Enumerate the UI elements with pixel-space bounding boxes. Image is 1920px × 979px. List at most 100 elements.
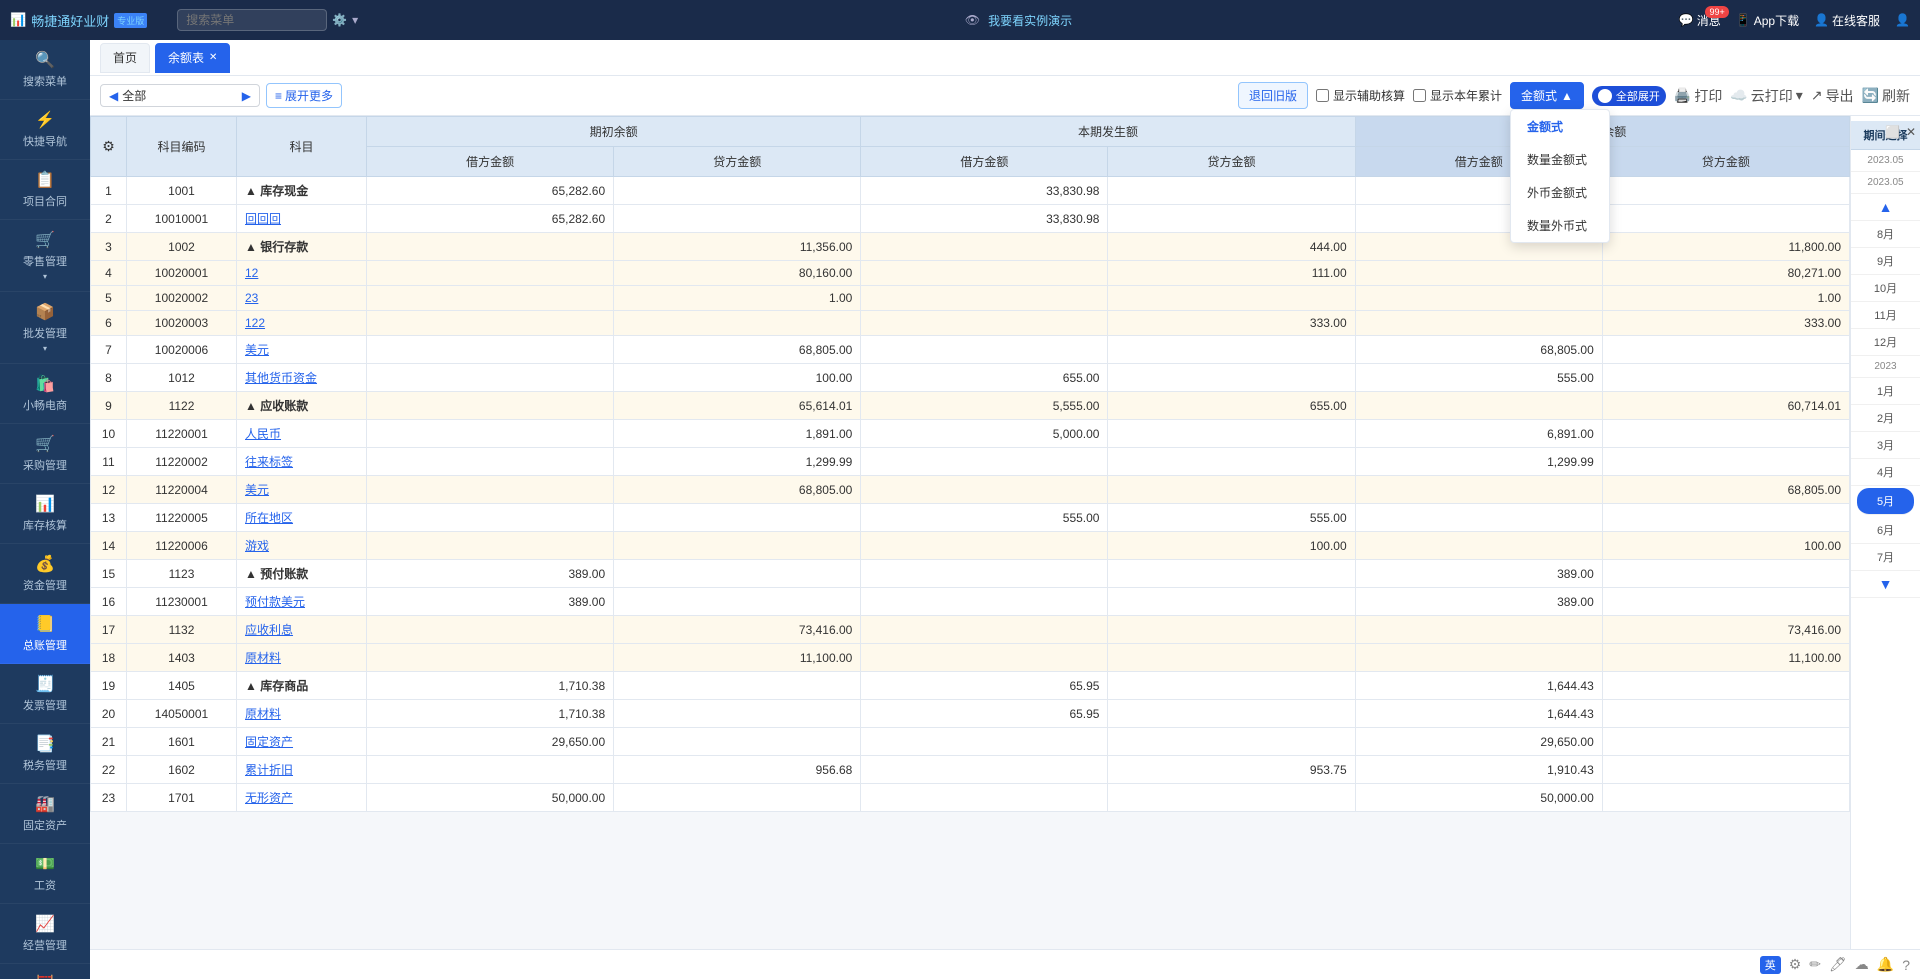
bottom-bell-icon[interactable]: 🔔: [1877, 956, 1894, 973]
sidebar-item-xiao-report[interactable]: 🧮 小畅报销: [0, 964, 90, 979]
row-name[interactable]: 往来标签: [237, 448, 367, 476]
auxiliary-checkbox-input[interactable]: [1316, 89, 1329, 102]
row-name[interactable]: 所在地区: [237, 504, 367, 532]
show-ytd-checkbox[interactable]: 显示本年累计: [1413, 87, 1502, 104]
show-auxiliary-checkbox[interactable]: 显示辅助核算: [1316, 87, 1405, 104]
sidebar-item-purchase[interactable]: 🛒 采购管理: [0, 424, 90, 484]
show-auxiliary-label: 显示辅助核算: [1333, 87, 1405, 104]
sidebar-item-search[interactable]: 🔍 搜索菜单: [0, 40, 90, 100]
month-1[interactable]: 1月: [1851, 378, 1920, 405]
tab-close-icon[interactable]: ✕: [209, 52, 217, 63]
bottom-cloud-icon[interactable]: ☁: [1855, 956, 1869, 973]
row-name[interactable]: 美元: [237, 476, 367, 504]
bottom-edit-icon[interactable]: ✏: [1809, 956, 1821, 973]
message-btn[interactable]: 💬 消息 99+: [1679, 12, 1721, 29]
expand-all-toggle[interactable]: 全部展开: [1592, 86, 1666, 106]
back-old-version-button[interactable]: 退回旧版: [1238, 82, 1308, 109]
col-header-ob-debit: 借方金额: [367, 147, 614, 177]
sidebar-item-ecommerce[interactable]: 🛍️ 小畅电商: [0, 364, 90, 424]
bottom-lang-icon[interactable]: 英: [1760, 956, 1781, 974]
row-name[interactable]: ▲ 银行存款: [237, 233, 367, 261]
row-name[interactable]: 23: [237, 286, 367, 311]
account-search-box[interactable]: ◀ 全部 ▶: [100, 84, 260, 107]
month-11[interactable]: 11月: [1851, 302, 1920, 329]
row-name[interactable]: 游戏: [237, 532, 367, 560]
row-name[interactable]: 固定资产: [237, 728, 367, 756]
row-name[interactable]: 美元: [237, 336, 367, 364]
month-6[interactable]: 6月: [1851, 517, 1920, 544]
print-icon: 🖨️: [1674, 87, 1691, 104]
print-button[interactable]: 🖨️ 打印: [1674, 86, 1722, 106]
row-name[interactable]: ▲ 预付账款: [237, 560, 367, 588]
row-name[interactable]: ▲ 库存商品: [237, 672, 367, 700]
chevron-right-icon[interactable]: ▶: [242, 89, 251, 103]
sidebar-item-salary[interactable]: 💵 工资: [0, 844, 90, 904]
row-name[interactable]: 预付款美元: [237, 588, 367, 616]
format-dropdown[interactable]: 金额式 ▲ 金额式 数量金额式 外币金额式 数量外币式: [1510, 82, 1584, 109]
sidebar-item-invoice[interactable]: 🧾 发票管理: [0, 664, 90, 724]
sidebar-item-inventory[interactable]: 📊 库存核算: [0, 484, 90, 544]
month-5[interactable]: 5月: [1857, 488, 1914, 515]
row-name[interactable]: 累计折旧: [237, 756, 367, 784]
demo-link[interactable]: 我要看实例演示: [988, 12, 1072, 29]
sidebar-item-tax[interactable]: 📑 税务管理: [0, 724, 90, 784]
sidebar-item-ledger[interactable]: 📒 总账管理: [0, 604, 90, 664]
row-name[interactable]: 12: [237, 261, 367, 286]
tab-home[interactable]: 首页: [100, 43, 150, 73]
month-9[interactable]: 9月: [1851, 248, 1920, 275]
cloud-print-button[interactable]: ☁️ 云打印 ▾: [1730, 86, 1802, 106]
month-8[interactable]: 8月: [1851, 221, 1920, 248]
row-name[interactable]: 原材料: [237, 644, 367, 672]
row-name[interactable]: 人民币: [237, 420, 367, 448]
format-option-qty-amount[interactable]: 数量金额式: [1511, 143, 1609, 176]
row-ob-debit: [367, 233, 614, 261]
format-option-amount[interactable]: 金额式: [1511, 110, 1609, 143]
row-name[interactable]: ▲ 应收账款: [237, 392, 367, 420]
settings-icon[interactable]: ⚙️: [332, 13, 347, 27]
table-settings-cell[interactable]: ⚙: [91, 117, 127, 177]
chevron-left-icon[interactable]: ◀: [109, 89, 118, 103]
row-name[interactable]: 回回回: [237, 205, 367, 233]
format-option-qty-foreign[interactable]: 数量外币式: [1511, 209, 1609, 242]
row-name[interactable]: 其他货币资金: [237, 364, 367, 392]
right-panel-close-icon[interactable]: ✕: [1906, 125, 1916, 139]
sidebar-item-wholesale[interactable]: 📦 批发管理 ▾: [0, 292, 90, 364]
sidebar-item-operations[interactable]: 📈 经营管理: [0, 904, 90, 964]
export-button[interactable]: ↗ 导出: [1811, 86, 1854, 106]
online-service-btn[interactable]: 👤 在线客服: [1814, 12, 1880, 29]
row-name[interactable]: 无形资产: [237, 784, 367, 812]
row-name[interactable]: ▲ 库存现金: [237, 177, 367, 205]
month-7[interactable]: 7月: [1851, 544, 1920, 571]
app-download-btn[interactable]: 📱 App下载: [1736, 12, 1799, 29]
bottom-pen-icon[interactable]: 🖊: [1829, 956, 1847, 973]
scroll-down-button[interactable]: ▼: [1851, 571, 1920, 598]
month-10[interactable]: 10月: [1851, 275, 1920, 302]
user-avatar[interactable]: 👤: [1895, 13, 1910, 27]
format-button[interactable]: 金额式 ▲: [1510, 82, 1584, 109]
expand-more-button[interactable]: ≡ 展开更多: [266, 83, 342, 108]
right-panel-expand-icon[interactable]: ⬜: [1885, 125, 1900, 139]
month-3[interactable]: 3月: [1851, 432, 1920, 459]
row-no: 20: [91, 700, 127, 728]
row-name[interactable]: 应收利息: [237, 616, 367, 644]
bottom-help-icon[interactable]: ?: [1902, 957, 1910, 973]
ytd-checkbox-input[interactable]: [1413, 89, 1426, 102]
sidebar-item-retail[interactable]: 🛒 零售管理 ▾: [0, 220, 90, 292]
row-name[interactable]: 原材料: [237, 700, 367, 728]
sidebar-item-assets[interactable]: 🏭 固定资产: [0, 784, 90, 844]
month-4[interactable]: 4月: [1851, 459, 1920, 486]
tax-icon: 📑: [35, 734, 55, 754]
sidebar-item-capital[interactable]: 💰 资金管理: [0, 544, 90, 604]
bottom-settings-icon[interactable]: ⚙: [1789, 956, 1802, 973]
search-input[interactable]: [177, 9, 327, 31]
sidebar-item-project[interactable]: 📋 项目合同: [0, 160, 90, 220]
refresh-button[interactable]: 🔄 刷新: [1862, 86, 1910, 106]
month-12[interactable]: 12月: [1851, 329, 1920, 356]
month-2[interactable]: 2月: [1851, 405, 1920, 432]
tab-balance[interactable]: 余额表 ✕: [155, 43, 230, 73]
dropdown-icon[interactable]: ▾: [352, 13, 358, 27]
format-option-foreign-amount[interactable]: 外币金额式: [1511, 176, 1609, 209]
scroll-up-button[interactable]: ▲: [1851, 194, 1920, 221]
row-name[interactable]: 122: [237, 311, 367, 336]
sidebar-item-quick-nav[interactable]: ⚡ 快捷导航: [0, 100, 90, 160]
